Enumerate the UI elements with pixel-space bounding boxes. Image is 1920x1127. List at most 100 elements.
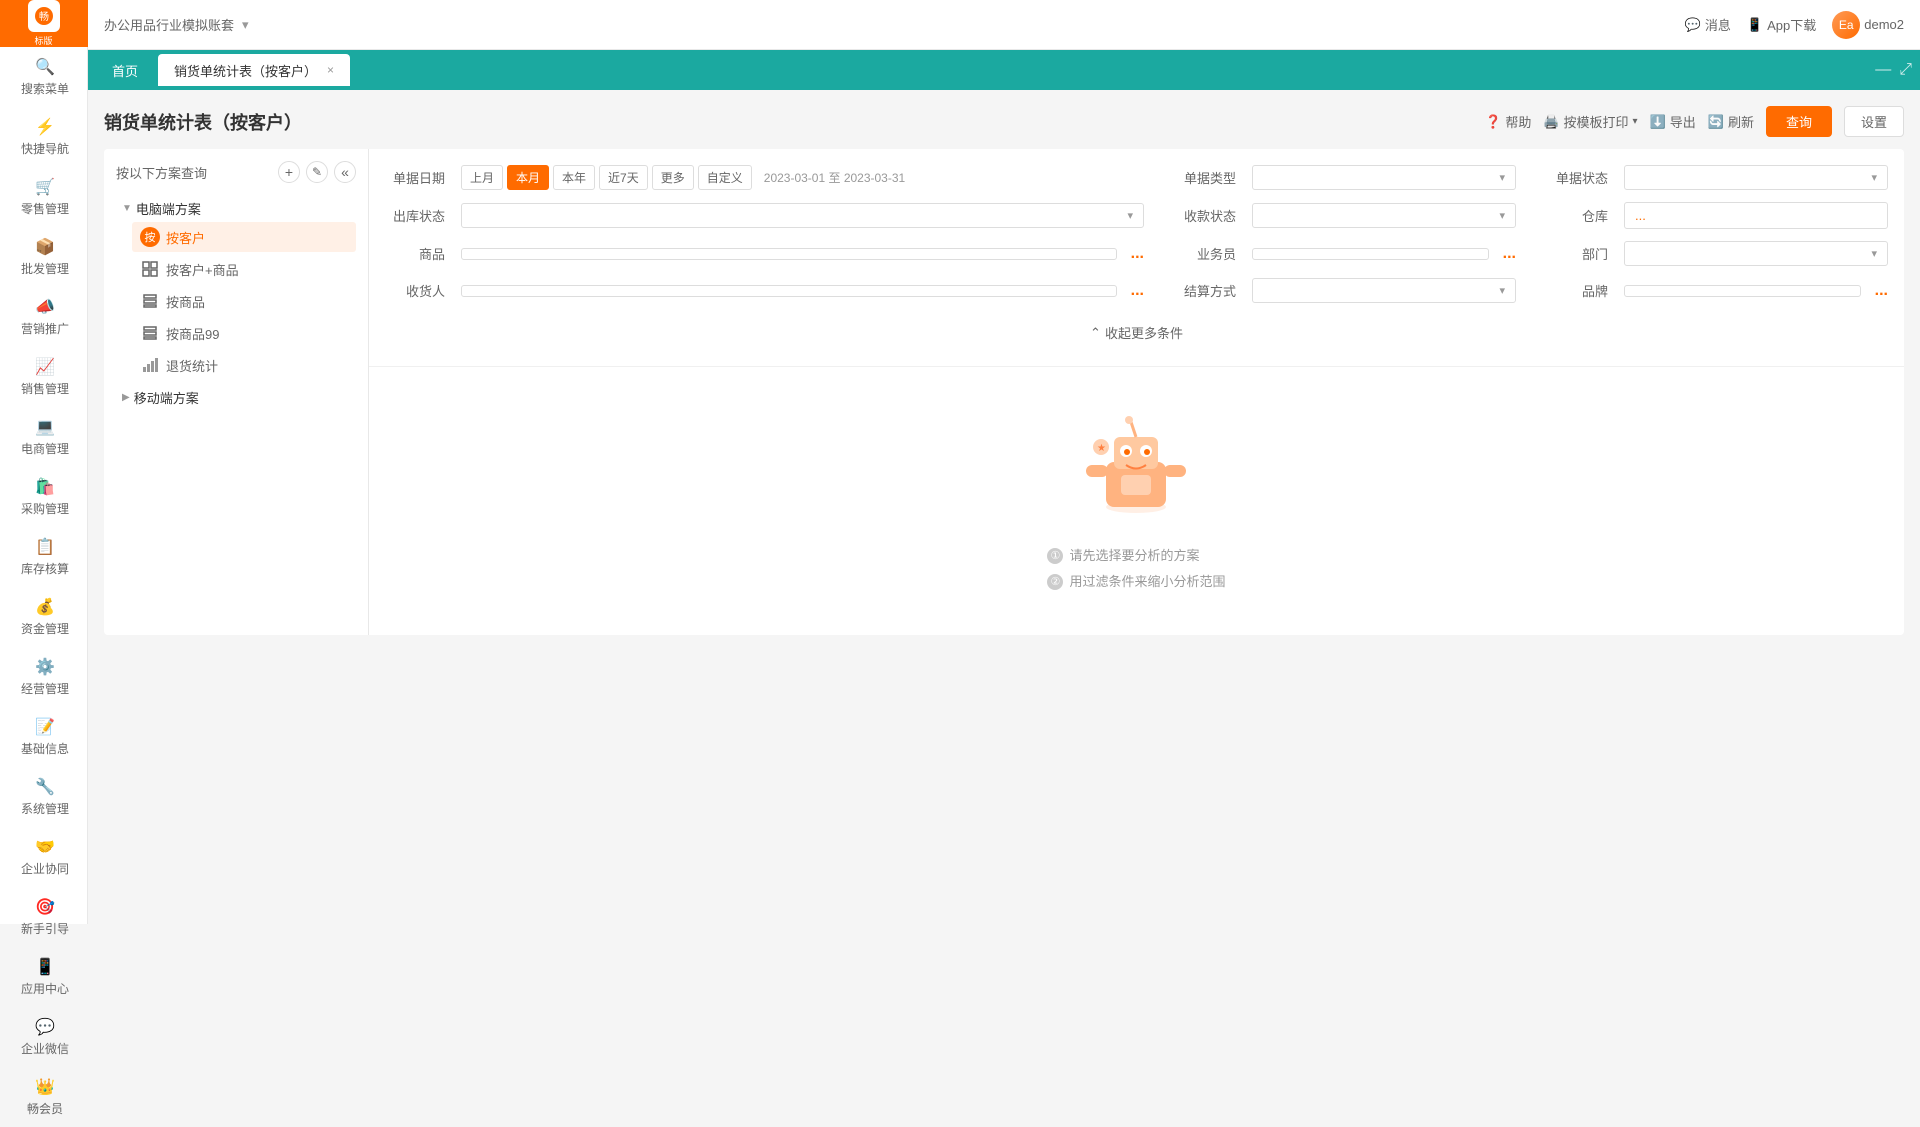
scheme-item-return-stats[interactable]: 退货统计 [132,350,356,380]
sidebar-item-wholesale[interactable]: 📦 批发管理 [0,227,87,287]
sidebar-item-wechat[interactable]: 💬 企业微信 [0,1007,87,1067]
warehouse-label: 仓库 [1548,206,1608,225]
refresh-btn[interactable]: 🔄 刷新 [1708,112,1754,131]
sidebar-item-marketing[interactable]: 📣 营销推广 [0,287,87,347]
by-customer-goods-icon [140,259,160,279]
page-actions: ❓ 帮助 🖨️ 按模板打印 ▾ ⬇️ 导出 🔄 刷新 查询 设置 [1485,106,1904,137]
filter-warehouse-item: 仓库 ... [1548,202,1888,229]
scheme-group-mobile-header[interactable]: ▶ 移动端方案 [116,384,356,411]
receiver-label: 收货人 [385,281,445,300]
scheme-item-by-customer-goods[interactable]: 按客户+商品 [132,254,356,284]
sidebar-item-quick-nav[interactable]: ⚡ 快捷导航 [0,107,87,167]
brand-select[interactable] [1624,285,1861,297]
print-dropdown-icon: ▾ [1633,116,1638,127]
payment-select[interactable]: ▾ [1252,278,1516,303]
export-icon: ⬇️ [1650,114,1666,130]
last-month-btn[interactable]: 上月 [461,165,503,190]
this-year-btn[interactable]: 本年 [553,165,595,190]
scheme-item-by-goods99[interactable]: 按商品99 [132,318,356,348]
tab-minimize-btn[interactable]: — [1875,61,1891,79]
sidebar-apps-label: 应用中心 [21,980,69,997]
sidebar-basic-label: 基础信息 [21,740,69,757]
salesperson-select[interactable] [1252,248,1489,260]
page-content: 销货单统计表（按客户） ❓ 帮助 🖨️ 按模板打印 ▾ ⬇️ 导出 🔄 刷新 [88,90,1920,924]
sidebar-item-operations[interactable]: ⚙️ 经营管理 [0,647,87,707]
scheme-item-by-customer[interactable]: 按 按客户 [132,222,356,252]
sidebar-member-label: 畅会员 [27,1100,63,1117]
last7-btn[interactable]: 近7天 [599,165,648,190]
help-btn[interactable]: ❓ 帮助 [1485,112,1531,131]
sidebar-item-apps[interactable]: 📱 应用中心 [0,947,87,1007]
sidebar-item-basic[interactable]: 📝 基础信息 [0,707,87,767]
sidebar-item-search[interactable]: 🔍 搜索菜单 [0,47,87,107]
sidebar-finance-label: 资金管理 [21,620,69,637]
by-goods-icon [140,291,160,311]
sidebar-wechat-label: 企业微信 [21,1040,69,1057]
sidebar-item-purchase[interactable]: 🛍️ 采购管理 [0,467,87,527]
scheme-items-desktop: 按 按客户 按客户+商品 [116,222,356,380]
salesperson-dots-btn[interactable]: ... [1503,245,1516,263]
sidebar-item-member[interactable]: 👑 畅会员 [0,1067,87,1127]
goods-select[interactable] [461,248,1117,260]
sidebar-item-enterprise[interactable]: 🤝 企业协同 [0,827,87,887]
this-month-btn[interactable]: 本月 [507,165,549,190]
query-button[interactable]: 查询 [1766,106,1832,137]
export-label: 导出 [1670,112,1696,131]
payment-label: 结算方式 [1176,281,1236,300]
sidebar-ecommerce-label: 电商管理 [21,440,69,457]
filter-date-item: 单据日期 上月 本月 本年 近7天 更多 自定义 2023-03-01 至 20… [385,165,1144,190]
collapse-row[interactable]: ⌃ 收起更多条件 [385,315,1888,350]
tip-num-1: ① [1047,548,1063,564]
guide-icon: 🎯 [35,897,55,917]
scheme-item-by-goods[interactable]: 按商品 [132,286,356,316]
warehouse-select[interactable]: ... [1624,202,1888,229]
custom-btn[interactable]: 自定义 [698,165,752,190]
scheme-tree: ▼ 电脑端方案 按 按客户 [116,195,356,411]
sidebar-item-ecommerce[interactable]: 💻 电商管理 [0,407,87,467]
breadcrumb-dropdown-icon[interactable]: ▾ [242,17,249,33]
collapse-scheme-btn[interactable]: « [334,161,356,183]
filter-section: 单据日期 上月 本月 本年 近7天 更多 自定义 2023-03-01 至 20… [369,149,1904,367]
sidebar-item-finance[interactable]: 💰 资金管理 [0,587,87,647]
status-select[interactable]: ▾ [1624,165,1888,190]
settings-button[interactable]: 设置 [1844,106,1904,137]
tab-home[interactable]: 首页 [96,54,154,86]
out-status-label: 出库状态 [385,206,445,225]
status-filter-label: 单据状态 [1548,168,1608,187]
receiver-select[interactable] [461,285,1117,297]
receipt-status-select[interactable]: ▾ [1252,203,1516,228]
export-btn[interactable]: ⬇️ 导出 [1650,112,1696,131]
type-select[interactable]: ▾ [1252,165,1516,190]
receipt-status-chevron-icon: ▾ [1499,209,1505,222]
sidebar-item-guide[interactable]: 🎯 新手引导 [0,887,87,947]
brand-dots-btn[interactable]: ... [1875,282,1888,300]
dept-select[interactable]: ▾ [1624,241,1888,266]
tab-close-btn[interactable]: × [327,63,334,77]
sidebar-search-label: 搜索菜单 [21,80,69,97]
sidebar-item-sales[interactable]: 📈 销售管理 [0,347,87,407]
user-area[interactable]: Ea demo2 [1832,11,1904,39]
scheme-group-desktop-header[interactable]: ▼ 电脑端方案 [116,195,356,222]
app-download-btn[interactable]: 📱 App下载 [1747,15,1816,34]
empty-state: ★ ① 请先选择要分析的方案 ② 用过滤条件来缩小分析范围 [1007,367,1265,635]
tab-maximize-btn[interactable]: ⤢ [1899,61,1912,79]
receiver-dots-btn[interactable]: ... [1131,282,1144,300]
by-customer-label: 按客户 [166,228,205,247]
out-status-chevron-icon: ▾ [1127,209,1133,222]
sidebar-purchase-label: 采购管理 [21,500,69,517]
sidebar-item-inventory[interactable]: 📋 库存核算 [0,527,87,587]
ecommerce-icon: 💻 [35,417,55,437]
print-btn[interactable]: 🖨️ 按模板打印 ▾ [1543,112,1637,131]
edit-scheme-btn[interactable]: ✎ [306,161,328,183]
collapse-up-icon: ⌃ [1090,325,1101,341]
message-btn[interactable]: 💬 消息 [1685,15,1731,34]
tip-num-2: ② [1047,574,1063,590]
more-btn[interactable]: 更多 [652,165,694,190]
out-status-select[interactable]: ▾ [461,203,1144,228]
goods-dots-btn[interactable]: ... [1131,245,1144,263]
sidebar-item-system[interactable]: 🔧 系统管理 [0,767,87,827]
add-scheme-btn[interactable]: + [278,161,300,183]
sidebar-item-retail[interactable]: 🛒 零售管理 [0,167,87,227]
tab-active[interactable]: 销货单统计表（按客户） × [158,54,350,86]
inventory-icon: 📋 [35,537,55,557]
